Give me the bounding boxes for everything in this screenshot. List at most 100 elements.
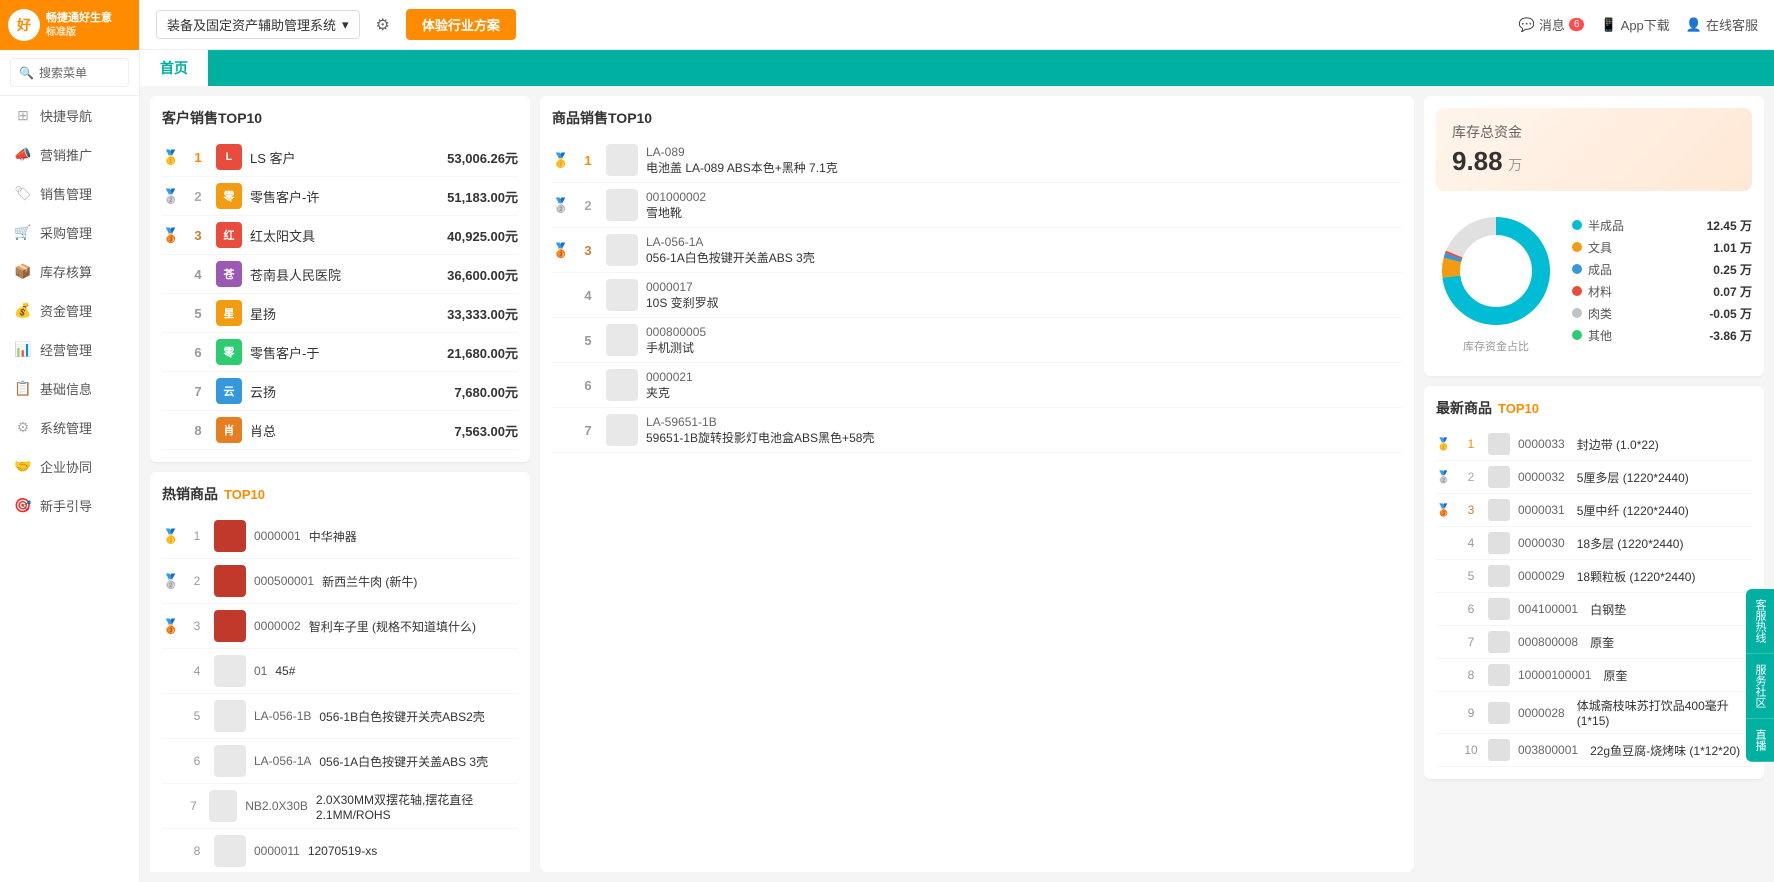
sidebar-item-operation[interactable]: 📊 经营管理 <box>0 330 139 369</box>
rank-number: 5 <box>578 333 598 348</box>
main-area: 装备及固定资产辅助管理系统 ▾ ⚙ 体验行业方案 💬 消息 6 📱 App下载 … <box>140 0 1774 882</box>
phone-icon: 📱 <box>1600 17 1616 33</box>
inventory-amount-display: 9.88 万 <box>1452 146 1736 177</box>
product-name: 056-1A白色按键开关盖ABS 3壳 <box>319 753 488 770</box>
latest-product-row: 9 0000028 体城斋枝味苏打饮品400毫升 (1*15) <box>1436 692 1752 734</box>
product-name: 18多层 (1220*2440) <box>1577 535 1752 552</box>
product-image <box>1488 532 1510 554</box>
legend-color-dot <box>1572 308 1582 318</box>
sidebar: 好 畅捷通好生意 标准版 🔍 搜索菜单 ⊞ 快捷导航 📣 营销推广 🏷 销售管理… <box>0 0 140 882</box>
donut-chart-wrapper: 库存资金占比 <box>1436 211 1556 354</box>
tab-home[interactable]: 首页 <box>140 50 208 86</box>
rank-number: 7 <box>1462 635 1480 649</box>
customer-value: 36,600.00元 <box>447 265 518 284</box>
main-nav: ⊞ 快捷导航 📣 营销推广 🏷 销售管理 🛒 采购管理 📦 库存核算 💰 资金管… <box>0 96 139 882</box>
product-ranking-list: 🥇 1 LA-089 电池盖 LA-089 ABS本色+黑种 7.1克 🥈 2 … <box>552 138 1402 453</box>
product-code: 000500001 <box>254 574 314 588</box>
legend-name: 材料 <box>1588 283 1707 300</box>
customer-avatar: 星 <box>216 300 242 326</box>
customer-avatar: 苍 <box>216 261 242 287</box>
mid-panel: 商品销售TOP10 🥇 1 LA-089 电池盖 LA-089 ABS本色+黑种… <box>540 96 1414 872</box>
rank-number: 3 <box>1462 503 1480 517</box>
sidebar-item-guide[interactable]: 🎯 新手引导 <box>0 486 139 525</box>
product-image <box>606 189 638 221</box>
rank-medal: 🥈 <box>1436 470 1454 484</box>
customer-value: 33,333.00元 <box>447 304 518 323</box>
home-icon: ⊞ <box>14 107 32 125</box>
sidebar-item-inventory[interactable]: 📦 库存核算 <box>0 252 139 291</box>
legend-color-dot <box>1572 330 1582 340</box>
latest-product-row: 🥉 3 0000031 5厘中纤 (1220*2440) <box>1436 494 1752 527</box>
product-name: 056-1A白色按键开关盖ABS 3壳 <box>646 249 1402 266</box>
product-name: 2.0X30MM双摆花轴,摆花直径2.1MM/ROHS <box>316 791 518 822</box>
system-selector[interactable]: 装备及固定资产辅助管理系统 ▾ <box>156 10 360 39</box>
rank-number: 4 <box>188 664 206 678</box>
search-menu-button[interactable]: 🔍 搜索菜单 <box>10 58 129 87</box>
product-code: 0000011 <box>254 844 300 858</box>
rank-medal: 🥉 <box>162 618 180 635</box>
float-community[interactable]: 服务社区 <box>1746 654 1774 719</box>
product-name: 12070519-xs <box>308 844 377 858</box>
legend-item: 其他 -3.86 万 <box>1572 327 1752 344</box>
latest-products-title: 最新商品 TOP10 <box>1436 398 1752 418</box>
product-rank-row: 6 0000021 夹克 <box>552 363 1402 408</box>
latest-product-row: 10 003800001 22g鱼豆腐-烧烤味 (1*12*20) <box>1436 734 1752 767</box>
customer-name: 星扬 <box>250 304 439 323</box>
customer-rank-row: 🥇 1 L LS 客户 53,006.26元 <box>162 138 518 177</box>
product-name: 45# <box>275 664 295 678</box>
product-image <box>1488 565 1510 587</box>
customer-value: 7,680.00元 <box>454 382 518 401</box>
legend-item: 半成品 12.45 万 <box>1572 217 1752 234</box>
online-service-button[interactable]: 👤 在线客服 <box>1686 15 1758 34</box>
hot-products-list: 🥇 1 0000001 中华神器 🥈 2 000500001 新西兰牛肉 (新牛… <box>162 514 518 872</box>
product-name: 白钢垫 <box>1590 601 1752 618</box>
operation-icon: 📊 <box>14 341 32 359</box>
app-download-button[interactable]: 📱 App下载 <box>1600 15 1669 34</box>
enterprise-icon: 🤝 <box>14 458 32 476</box>
legend-name: 肉类 <box>1588 305 1703 322</box>
customer-name: 苍南县人民医院 <box>250 265 439 284</box>
rank-number: 6 <box>188 754 206 768</box>
customer-rank-row: 🥈 2 零 零售客户-许 51,183.00元 <box>162 177 518 216</box>
sidebar-item-basic[interactable]: 📋 基础信息 <box>0 369 139 408</box>
legend-name: 成品 <box>1588 261 1707 278</box>
product-image <box>214 700 246 732</box>
sidebar-item-system[interactable]: ⚙ 系统管理 <box>0 408 139 447</box>
inventory-summary: 库存总资金 9.88 万 <box>1436 108 1752 191</box>
rank-number: 8 <box>188 423 208 438</box>
product-image <box>606 279 638 311</box>
product-code: 004100001 <box>1518 602 1578 616</box>
sidebar-item-marketing[interactable]: 📣 营销推广 <box>0 135 139 174</box>
sidebar-item-sales[interactable]: 🏷 销售管理 <box>0 174 139 213</box>
product-code: 0000001 <box>254 529 301 543</box>
purchase-icon: 🛒 <box>14 224 32 242</box>
legend-color-dot <box>1572 242 1582 252</box>
trial-button[interactable]: 体验行业方案 <box>406 9 516 40</box>
basic-icon: 📋 <box>14 380 32 398</box>
rank-number: 7 <box>578 423 598 438</box>
sidebar-item-enterprise[interactable]: 🤝 企业协同 <box>0 447 139 486</box>
marketing-icon: 📣 <box>14 146 32 164</box>
customer-avatar: 肖 <box>216 417 242 443</box>
product-ranking-card: 商品销售TOP10 🥇 1 LA-089 电池盖 LA-089 ABS本色+黑种… <box>540 96 1414 872</box>
sidebar-item-finance[interactable]: 💰 资金管理 <box>0 291 139 330</box>
float-live[interactable]: 直播 <box>1746 719 1774 762</box>
customer-avatar: L <box>216 144 242 170</box>
sidebar-item-quick-nav[interactable]: ⊞ 快捷导航 <box>0 96 139 135</box>
sidebar-item-purchase[interactable]: 🛒 采购管理 <box>0 213 139 252</box>
customer-ranking-title: 客户销售TOP10 <box>162 108 518 128</box>
customer-rank-row: 5 星 星扬 33,333.00元 <box>162 294 518 333</box>
message-button[interactable]: 💬 消息 6 <box>1519 15 1585 34</box>
settings-button[interactable]: ⚙ <box>372 11 394 39</box>
float-customer-service[interactable]: 客服热线 <box>1746 589 1774 654</box>
hot-product-row: 🥉 3 0000002 智利车子里 (规格不知道填什么) <box>162 604 518 649</box>
rank-number: 2 <box>188 574 206 588</box>
hot-product-row: 🥈 2 000500001 新西兰牛肉 (新牛) <box>162 559 518 604</box>
product-code: 000800005 <box>646 325 1402 339</box>
product-code: 0000028 <box>1518 706 1565 720</box>
service-icon: 👤 <box>1686 17 1702 33</box>
rank-medal: 🥇 <box>162 149 180 166</box>
search-section: 🔍 搜索菜单 <box>0 50 139 96</box>
hot-product-row: 🥇 1 0000001 中华神器 <box>162 514 518 559</box>
product-image <box>1488 739 1510 761</box>
